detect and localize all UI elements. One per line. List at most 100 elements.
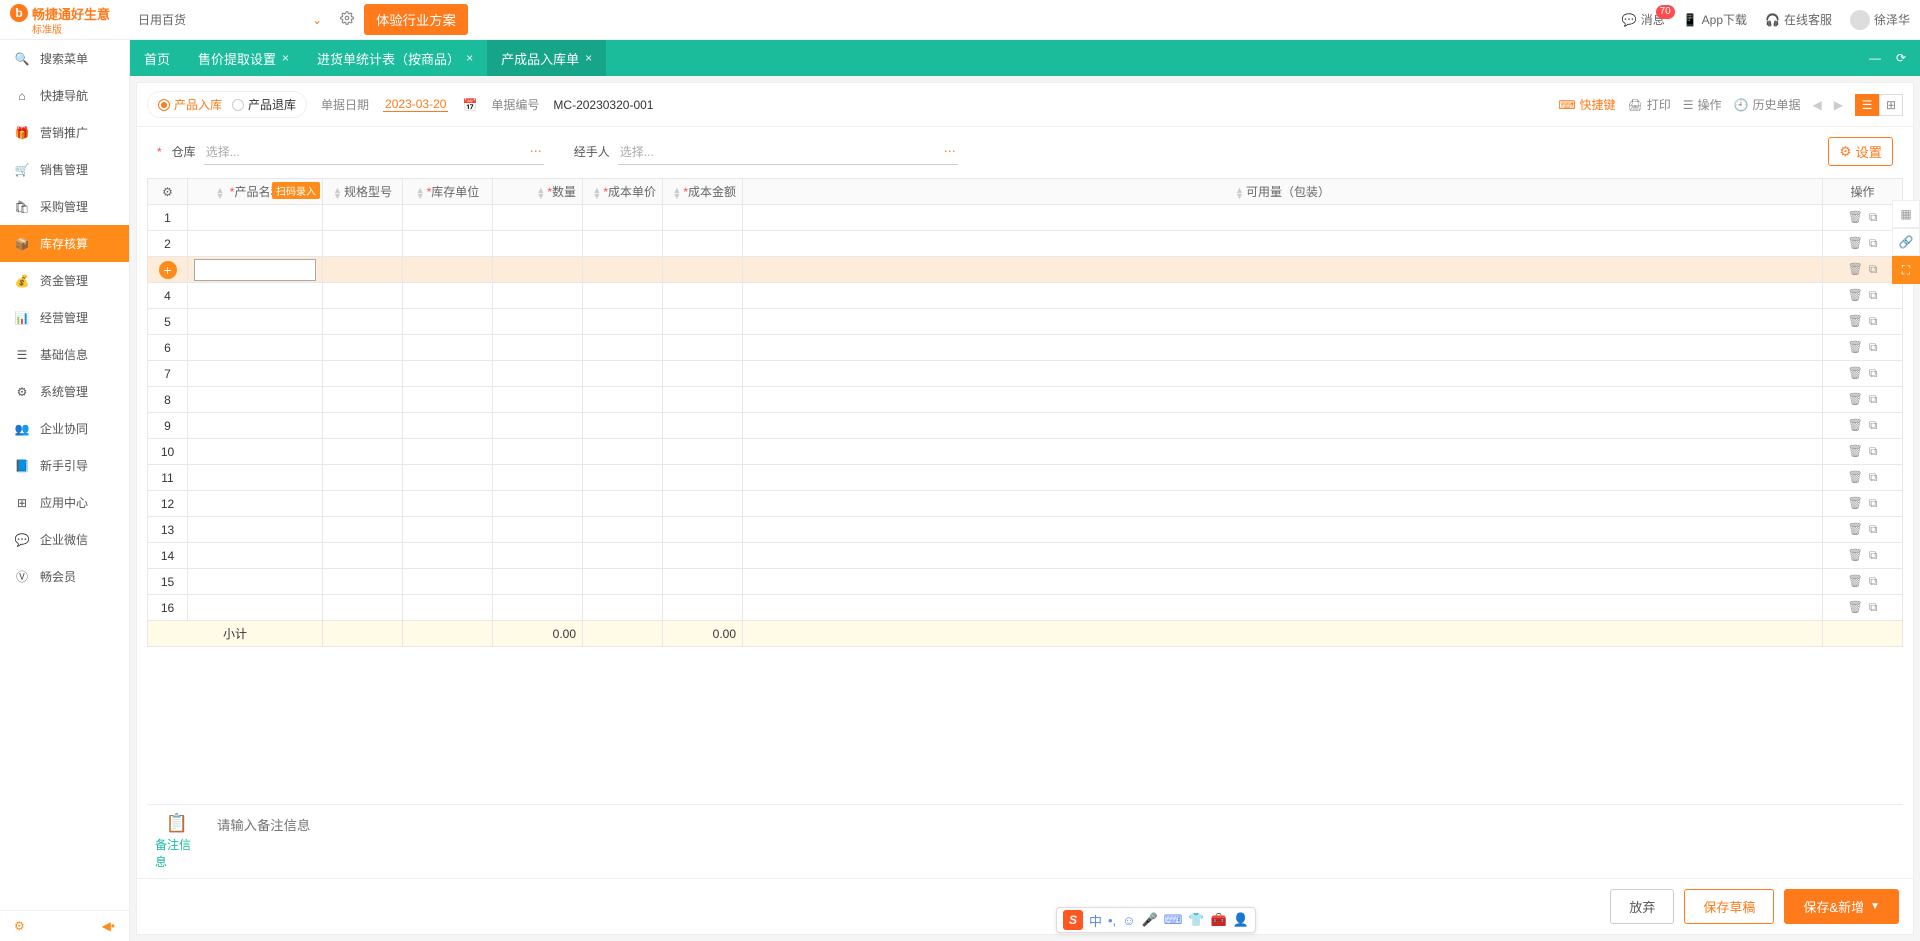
cell-amount[interactable] bbox=[663, 413, 743, 439]
delete-row-icon[interactable]: 🗑 bbox=[1848, 262, 1863, 276]
ime-keyboard-icon[interactable]: ⌨ bbox=[1164, 912, 1183, 928]
copy-row-icon[interactable]: ⧉ bbox=[1869, 262, 1878, 277]
cell-price[interactable] bbox=[583, 595, 663, 621]
cell-price[interactable] bbox=[583, 491, 663, 517]
cell-qty[interactable] bbox=[493, 491, 583, 517]
copy-row-icon[interactable]: ⧉ bbox=[1869, 340, 1878, 355]
copy-row-icon[interactable]: ⧉ bbox=[1869, 210, 1878, 225]
cell-price[interactable] bbox=[583, 231, 663, 257]
cell-name[interactable] bbox=[188, 205, 323, 231]
float-item-1[interactable]: ▦ bbox=[1892, 200, 1920, 228]
cell-amount[interactable] bbox=[663, 205, 743, 231]
cell-spec[interactable] bbox=[323, 465, 403, 491]
sidebar-item-11[interactable]: 📘新手引导 bbox=[0, 447, 129, 484]
copy-row-icon[interactable]: ⧉ bbox=[1869, 600, 1878, 615]
delete-row-icon[interactable]: 🗑 bbox=[1848, 210, 1863, 224]
close-icon[interactable]: × bbox=[466, 51, 473, 65]
delete-row-icon[interactable]: 🗑 bbox=[1848, 340, 1863, 354]
sidebar-item-7[interactable]: 📊经营管理 bbox=[0, 299, 129, 336]
save-draft-button[interactable]: 保存草稿 bbox=[1684, 889, 1774, 924]
table-row[interactable]: 13🗑⧉ bbox=[148, 517, 1903, 543]
cell-name[interactable] bbox=[188, 361, 323, 387]
cell-spec[interactable] bbox=[323, 335, 403, 361]
cell-unit[interactable] bbox=[403, 413, 493, 439]
delete-row-icon[interactable]: 🗑 bbox=[1848, 366, 1863, 380]
copy-row-icon[interactable]: ⧉ bbox=[1869, 496, 1878, 511]
table-row[interactable]: 16🗑⧉ bbox=[148, 595, 1903, 621]
cell-unit[interactable] bbox=[403, 387, 493, 413]
cell-qty[interactable] bbox=[493, 439, 583, 465]
cell-unit[interactable] bbox=[403, 465, 493, 491]
tabs-minimize-button[interactable]: — bbox=[1864, 47, 1886, 69]
cell-qty[interactable] bbox=[493, 387, 583, 413]
table-row[interactable]: 15🗑⧉ bbox=[148, 569, 1903, 595]
cell-name[interactable] bbox=[188, 517, 323, 543]
remarks-input[interactable] bbox=[207, 805, 1903, 859]
table-row[interactable]: 8🗑⧉ bbox=[148, 387, 1903, 413]
delete-row-icon[interactable]: 🗑 bbox=[1848, 548, 1863, 562]
copy-row-icon[interactable]: ⧉ bbox=[1869, 548, 1878, 563]
table-row[interactable]: 5🗑⧉ bbox=[148, 309, 1903, 335]
tab-2[interactable]: 进货单统计表（按商品）× bbox=[303, 40, 487, 76]
cell-unit[interactable] bbox=[403, 205, 493, 231]
col-price[interactable]: ▲▼*成本单价 bbox=[583, 179, 663, 205]
warehouse-select[interactable]: 选择... ⋯ bbox=[204, 139, 544, 165]
delete-row-icon[interactable]: 🗑 bbox=[1848, 392, 1863, 406]
delete-row-icon[interactable]: 🗑 bbox=[1848, 236, 1863, 250]
cell-price[interactable] bbox=[583, 309, 663, 335]
cell-qty[interactable] bbox=[493, 569, 583, 595]
table-row[interactable]: 12🗑⧉ bbox=[148, 491, 1903, 517]
float-item-2[interactable]: 🔗 bbox=[1892, 228, 1920, 256]
handler-select[interactable]: 选择... ⋯ bbox=[618, 139, 958, 165]
sidebar-item-4[interactable]: 🛍采购管理 bbox=[0, 188, 129, 225]
cell-name[interactable] bbox=[188, 231, 323, 257]
cell-spec[interactable] bbox=[323, 387, 403, 413]
sidebar-item-9[interactable]: ⚙系统管理 bbox=[0, 373, 129, 410]
cell-name[interactable] bbox=[188, 335, 323, 361]
col-qty[interactable]: ▲▼*数量 bbox=[493, 179, 583, 205]
cell-qty[interactable] bbox=[493, 335, 583, 361]
copy-row-icon[interactable]: ⧉ bbox=[1869, 288, 1878, 303]
sidebar-item-6[interactable]: 💰资金管理 bbox=[0, 262, 129, 299]
cell-amount[interactable] bbox=[663, 361, 743, 387]
cell-name[interactable] bbox=[188, 387, 323, 413]
copy-row-icon[interactable]: ⧉ bbox=[1869, 236, 1878, 251]
gear-icon[interactable] bbox=[340, 11, 354, 28]
delete-row-icon[interactable]: 🗑 bbox=[1848, 418, 1863, 432]
cell-available[interactable] bbox=[743, 335, 1823, 361]
close-icon[interactable]: × bbox=[585, 51, 592, 65]
copy-row-icon[interactable]: ⧉ bbox=[1869, 392, 1878, 407]
table-row[interactable]: 9🗑⧉ bbox=[148, 413, 1903, 439]
table-row[interactable]: 2🗑⧉ bbox=[148, 231, 1903, 257]
cell-price[interactable] bbox=[583, 413, 663, 439]
delete-row-icon[interactable]: 🗑 bbox=[1848, 444, 1863, 458]
cell-spec[interactable] bbox=[323, 439, 403, 465]
cell-name[interactable] bbox=[188, 543, 323, 569]
cell-spec[interactable] bbox=[323, 543, 403, 569]
table-row[interactable]: 1🗑⧉ bbox=[148, 205, 1903, 231]
cell-available[interactable] bbox=[743, 413, 1823, 439]
calendar-icon[interactable]: 📅 bbox=[462, 98, 477, 112]
cell-name[interactable] bbox=[188, 465, 323, 491]
ime-mic-icon[interactable]: 🎤 bbox=[1141, 912, 1157, 928]
cell-available[interactable] bbox=[743, 543, 1823, 569]
cell-name[interactable] bbox=[188, 569, 323, 595]
cell-spec[interactable] bbox=[323, 517, 403, 543]
delete-row-icon[interactable]: 🗑 bbox=[1848, 574, 1863, 588]
cell-name[interactable] bbox=[188, 413, 323, 439]
sidebar-item-3[interactable]: 🛒销售管理 bbox=[0, 151, 129, 188]
ime-zhong[interactable]: 中 bbox=[1089, 911, 1102, 930]
sidebar-item-12[interactable]: ⊞应用中心 bbox=[0, 484, 129, 521]
cell-amount[interactable] bbox=[663, 491, 743, 517]
cell-qty[interactable] bbox=[493, 205, 583, 231]
cell-available[interactable] bbox=[743, 205, 1823, 231]
ime-smile-icon[interactable]: ☺ bbox=[1122, 913, 1135, 928]
delete-row-icon[interactable]: 🗑 bbox=[1848, 496, 1863, 510]
table-row[interactable]: 10🗑⧉ bbox=[148, 439, 1903, 465]
cell-price[interactable] bbox=[583, 517, 663, 543]
view-grid-button[interactable]: ⊞ bbox=[1879, 94, 1903, 116]
cell-amount[interactable] bbox=[663, 283, 743, 309]
col-available[interactable]: ▲▼可用量（包装） bbox=[743, 179, 1823, 205]
copy-row-icon[interactable]: ⧉ bbox=[1869, 314, 1878, 329]
tab-3[interactable]: 产成品入库单× bbox=[487, 40, 606, 76]
